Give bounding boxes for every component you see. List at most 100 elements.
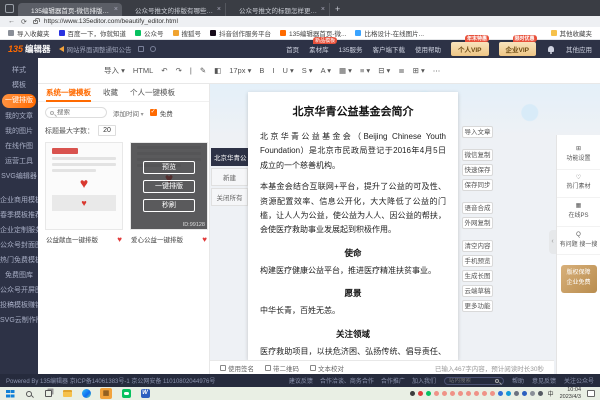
footer-link[interactable]: 加入我们 bbox=[412, 376, 436, 385]
ime-indicator[interactable]: 中 bbox=[548, 389, 554, 398]
card-caption[interactable]: 公益献血一键排版 bbox=[46, 234, 98, 244]
doc-paragraph[interactable]: 北京华青公益基金会（Beijing Chinese Youth Foundati… bbox=[260, 130, 446, 173]
start-button[interactable] bbox=[5, 389, 15, 399]
sidebar-item[interactable]: 模板 bbox=[0, 78, 38, 93]
toolbar-button[interactable]: ≣ bbox=[398, 66, 404, 75]
sort-dropdown[interactable]: 添加时间 bbox=[113, 108, 144, 118]
sidebar-item[interactable]: 样式 bbox=[0, 63, 38, 78]
browser-tab[interactable]: 135编辑器首页-微信排版编辑器 bbox=[18, 3, 122, 16]
tray-icon[interactable] bbox=[537, 391, 543, 396]
panel-tab[interactable]: 系统一键模板 bbox=[46, 84, 91, 102]
collapse-panel-handle[interactable]: ‹ bbox=[549, 230, 556, 254]
preview-button[interactable]: 预览 bbox=[143, 160, 195, 174]
nav-135-service[interactable]: 135服务 bbox=[339, 44, 363, 54]
tray-icon[interactable] bbox=[457, 391, 463, 396]
toolbar-button[interactable]: ↷ bbox=[176, 66, 182, 75]
tray-icon[interactable] bbox=[473, 391, 479, 396]
sidebar-item[interactable]: 我的文章 bbox=[0, 109, 38, 124]
close-tab-icon[interactable] bbox=[114, 6, 118, 13]
toolbar-button[interactable]: S ▾ bbox=[302, 66, 313, 75]
toolbar-button[interactable]: A ▾ bbox=[321, 66, 331, 75]
toolbar-button[interactable]: ⊟ ▾ bbox=[378, 66, 390, 75]
instant-apply-button[interactable]: 秒刷 bbox=[143, 198, 195, 212]
doc-paragraph[interactable]: 中华长青，百姓无恙。 bbox=[260, 304, 446, 318]
doc-paragraph[interactable]: 构建医疗健康公益平台，推进医疗精准扶贫事业。 bbox=[260, 264, 446, 278]
checkbox-icon[interactable]: ✓ bbox=[149, 109, 157, 116]
tray-icon[interactable] bbox=[441, 391, 447, 396]
address-bar[interactable]: https://www.135editor.com/beautify_edito… bbox=[44, 18, 178, 25]
other-bookmarks-button[interactable]: 其他收藏夹 bbox=[550, 28, 592, 38]
sidebar-item[interactable]: 我的图片 bbox=[0, 124, 38, 139]
one-click-layout-button[interactable]: 一键排版 bbox=[143, 179, 195, 193]
rail-button[interactable]: 保存同步 bbox=[462, 179, 493, 191]
template-search[interactable] bbox=[45, 107, 107, 118]
rail-button[interactable]: 导入文章 bbox=[462, 126, 493, 138]
bookmark-item[interactable]: 导入收藏夹 bbox=[8, 28, 50, 38]
qrcode-button[interactable]: 带二维码 bbox=[265, 363, 299, 373]
rail-button[interactable]: 外网复制 bbox=[462, 217, 493, 229]
rail-button[interactable]: 更多功能 bbox=[462, 300, 493, 312]
panel-tab[interactable]: 收藏 bbox=[103, 84, 118, 102]
toolbar-button[interactable]: HTML bbox=[133, 66, 153, 75]
rail-button[interactable]: 云端草稿 bbox=[462, 285, 493, 297]
search-input[interactable] bbox=[57, 109, 102, 116]
toolbar-button[interactable]: ≡ ▾ bbox=[360, 66, 370, 75]
sidebar-item[interactable]: 热门免费模板 bbox=[0, 253, 38, 268]
rail-button[interactable]: 生成长图 bbox=[462, 270, 493, 282]
footer-link[interactable]: 建议反馈 bbox=[289, 376, 313, 385]
doc-paragraph[interactable]: 医疗救助项目，以扶危济困、弘扬传统、倡导责任、建设美丽家园。 bbox=[260, 345, 446, 360]
site-search-input[interactable] bbox=[448, 377, 492, 384]
article-tab-current[interactable]: 北京华青公… bbox=[211, 148, 248, 166]
doc-heading-vision[interactable]: 愿景 bbox=[260, 287, 446, 299]
rail-button[interactable]: 微信复制 bbox=[462, 149, 493, 161]
copyright-guarantee-badge[interactable]: 版权保障 企业免费 bbox=[560, 265, 597, 293]
active-app-icon[interactable]: ▦ bbox=[100, 388, 112, 399]
tray-icon[interactable] bbox=[529, 391, 535, 396]
doc-title[interactable]: 北京华青公益基金会简介 bbox=[260, 103, 446, 119]
enterprise-vip-button[interactable]: 企业VIP 限时优惠 bbox=[498, 35, 537, 56]
toolbar-button[interactable]: ▦ ▾ bbox=[339, 66, 352, 75]
new-article-button[interactable]: 新建 bbox=[211, 168, 248, 186]
toolbar-button[interactable]: | bbox=[190, 66, 192, 75]
info-icon[interactable] bbox=[149, 46, 156, 52]
tool-item[interactable]: ⊞ 功能设置 bbox=[557, 141, 600, 170]
taskbar-clock[interactable]: 10:04 2023/4/3 bbox=[560, 387, 581, 400]
nav-client-download[interactable]: 客户端下载 bbox=[373, 44, 406, 54]
tray-icon[interactable] bbox=[409, 391, 415, 396]
close-tab-icon[interactable] bbox=[321, 6, 325, 13]
toolbar-button[interactable]: 17px ▾ bbox=[229, 66, 251, 75]
sidebar-item[interactable]: 春季模板推荐 bbox=[0, 208, 38, 223]
footer-link[interactable]: 合作洽谈、商务合作 bbox=[320, 376, 374, 385]
tray-icon[interactable] bbox=[465, 391, 471, 396]
tray-icon[interactable] bbox=[481, 391, 487, 396]
toolbar-button[interactable]: ◧ bbox=[214, 66, 221, 75]
close-tab-icon[interactable] bbox=[217, 6, 221, 13]
rail-button[interactable]: 清空内容 bbox=[462, 240, 493, 252]
document-page[interactable]: 北京华青公益基金会简介 北京华青公益基金会（Beijing Chinese Yo… bbox=[248, 92, 458, 360]
bookmark-item[interactable]: 百度一下，你就知道 bbox=[58, 28, 126, 38]
bookmark-item[interactable]: 比格设计-在线图片... bbox=[355, 28, 424, 38]
word-icon[interactable]: W bbox=[140, 389, 150, 399]
app-logo[interactable]: 135 编辑器 bbox=[8, 43, 51, 55]
toolbar-button[interactable]: ↶ bbox=[161, 66, 167, 75]
tray-icon[interactable] bbox=[505, 391, 511, 396]
use-signature-button[interactable]: 使用签名 bbox=[220, 363, 254, 373]
nav-other-apps[interactable]: 其他应用 bbox=[566, 44, 592, 54]
free-filter[interactable]: ✓ 免费 bbox=[149, 108, 173, 118]
footer-link[interactable]: 合作推广 bbox=[381, 376, 405, 385]
title-max-input[interactable] bbox=[98, 125, 116, 136]
tray-icon[interactable] bbox=[497, 391, 503, 396]
panel-tab[interactable]: 个人一键模板 bbox=[130, 84, 175, 102]
tray-icon[interactable] bbox=[425, 391, 431, 396]
tray-icon[interactable] bbox=[417, 391, 423, 396]
taskbar-search-icon[interactable] bbox=[24, 389, 34, 399]
back-icon[interactable]: ← bbox=[8, 18, 15, 25]
toolbar-button[interactable]: I bbox=[272, 66, 274, 75]
sidebar-item[interactable]: 公众号封面图 bbox=[0, 238, 38, 253]
card-caption[interactable]: 爱心公益一键排版 bbox=[131, 234, 183, 244]
template-card[interactable]: ♥ ♥ bbox=[45, 142, 123, 230]
browser-tab[interactable]: 公众号推文的标题怎样更吸睛? bbox=[226, 3, 330, 16]
panel-toggle-icon[interactable] bbox=[137, 46, 144, 52]
rail-button[interactable]: 快速保存 bbox=[462, 164, 493, 176]
tray-icon[interactable] bbox=[489, 391, 495, 396]
